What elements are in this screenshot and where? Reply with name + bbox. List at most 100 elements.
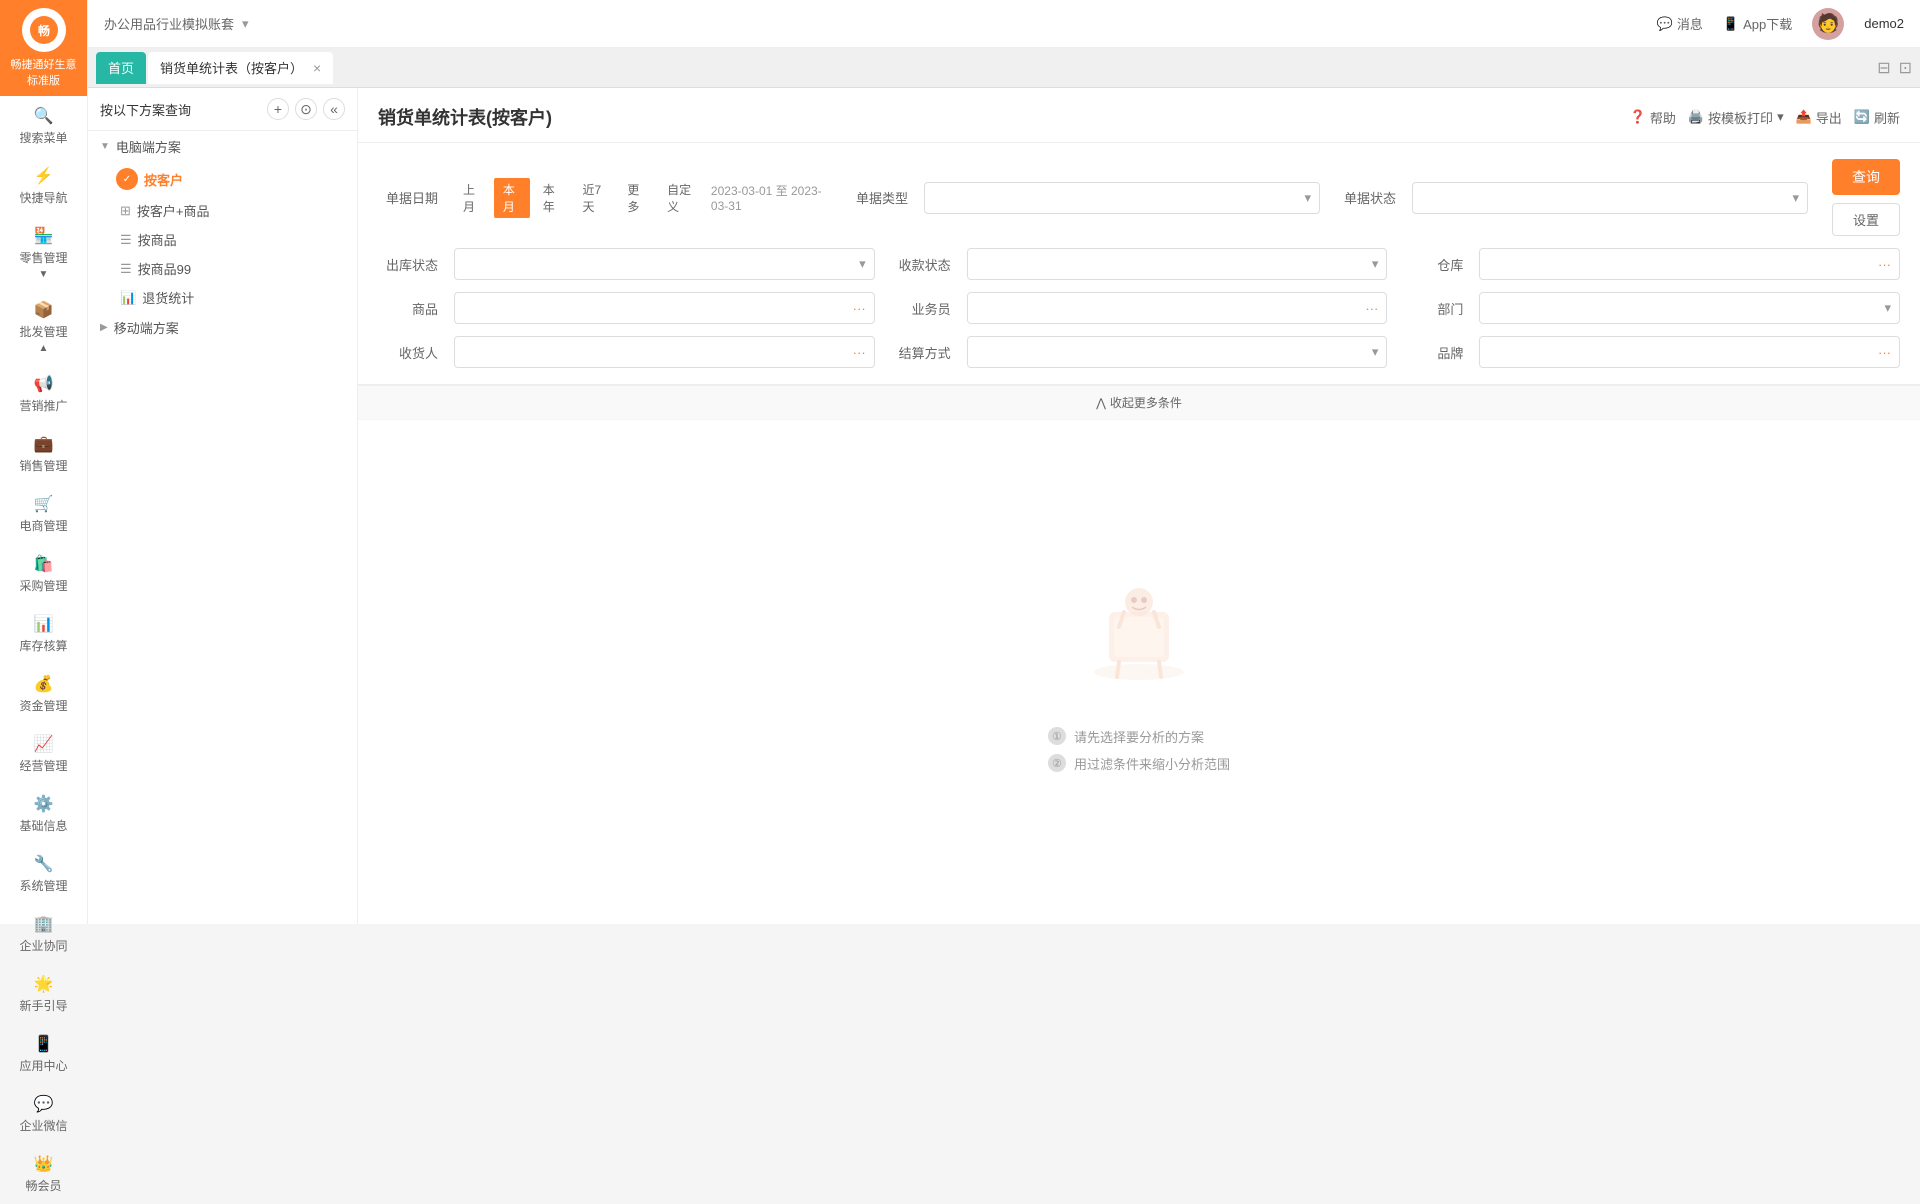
recipient-dots[interactable]: ··· <box>853 345 866 360</box>
app-download-btn[interactable]: 📱 App下载 <box>1723 14 1792 33</box>
salesperson-select[interactable]: ··· <box>967 292 1388 324</box>
sidebar-item-enterprise[interactable]: 🏢 企业协同 <box>0 904 87 964</box>
brand-dots[interactable]: ··· <box>1878 345 1891 360</box>
warehouse-dots[interactable]: ··· <box>1878 257 1891 272</box>
active-dot-icon: ✓ <box>123 174 131 185</box>
search-icon: 🔍 <box>34 106 54 126</box>
warehouse-label: 仓库 <box>1403 255 1463 274</box>
sidebar-item-sales[interactable]: 💼 销售管理 <box>0 424 87 484</box>
message-btn[interactable]: 💬 消息 <box>1657 14 1703 33</box>
tree-item-by-customer-goods[interactable]: ⊞ 按客户+商品 <box>88 196 357 225</box>
marketing-icon: 📢 <box>34 374 54 394</box>
inventory-icon: 📊 <box>34 614 54 634</box>
sidebar-item-appcenter[interactable]: 📱 应用中心 <box>0 1024 87 1084</box>
appcenter-icon: 📱 <box>34 1034 54 1054</box>
filter-area: 单据日期 上月 本月 本年 近7天 更多 自定义 2023-03-01 至 20… <box>358 143 1920 385</box>
logo-text: 畅捷通好生意 <box>11 56 77 72</box>
tab-sales-stat[interactable]: 销货单统计表（按客户） × <box>148 52 333 84</box>
quicknav-label: 快捷导航 <box>19 189 67 206</box>
sidebar-item-wechat[interactable]: 💬 企业微信 <box>0 1084 87 1144</box>
date-btn-last-month[interactable]: 上月 <box>454 178 490 218</box>
date-btn-this-month[interactable]: 本月 <box>494 178 530 218</box>
tab-minimize-btn[interactable]: ⊟ <box>1877 58 1890 78</box>
sidebar-item-purchase[interactable]: 🛍️ 采购管理 <box>0 544 87 604</box>
sidebar-item-member[interactable]: 👑 畅会员 <box>0 1144 87 1204</box>
tree-item-by-goods-99[interactable]: ☰ 按商品99 <box>88 254 357 283</box>
out-chevron-icon: ▾ <box>859 256 866 272</box>
user-avatar[interactable]: 🧑 <box>1812 8 1844 40</box>
header-left: 办公用品行业模拟账套 ▾ <box>104 14 249 33</box>
tree-item-by-goods[interactable]: ☰ 按商品 <box>88 225 357 254</box>
newbie-icon: 🌟 <box>34 974 54 994</box>
sidebar-item-newbie[interactable]: 🌟 新手引导 <box>0 964 87 1024</box>
sidebar-item-marketing[interactable]: 📢 营销推广 <box>0 364 87 424</box>
add-scheme-btn[interactable]: + <box>267 98 289 120</box>
collapse-panel-btn[interactable]: « <box>323 98 345 120</box>
left-panel: 按以下方案查询 + ⊙ « ▼ 电脑端方案 ✓ 按客户 ⊞ 按客 <box>88 88 358 924</box>
sidebar-item-basic[interactable]: ⚙️ 基础信息 <box>0 784 87 844</box>
empty-tip-1: ① 请先选择要分析的方案 <box>1048 727 1230 746</box>
sidebar-item-operations[interactable]: 📈 经营管理 <box>0 724 87 784</box>
tab-expand-btn[interactable]: ⊡ <box>1899 58 1912 78</box>
grid-icon: ⊞ <box>120 203 131 219</box>
brand-select[interactable]: ··· <box>1479 336 1900 368</box>
date-btn-custom[interactable]: 自定义 <box>658 178 703 218</box>
operations-icon: 📈 <box>34 734 54 754</box>
enterprise-icon: 🏢 <box>34 914 54 934</box>
department-label: 部门 <box>1403 299 1463 318</box>
salesperson-dots[interactable]: ··· <box>1365 301 1378 316</box>
list2-icon: ☰ <box>120 261 132 277</box>
date-btn-more[interactable]: 更多 <box>618 178 654 218</box>
out-status-select[interactable]: ▾ <box>454 248 875 280</box>
sidebar-item-retail[interactable]: 🏪 零售管理 ▼ <box>0 216 87 290</box>
query-button[interactable]: 查询 <box>1832 159 1900 195</box>
tree-desktop-section[interactable]: ▼ 电脑端方案 <box>88 131 357 162</box>
tab-home[interactable]: 首页 <box>96 52 146 84</box>
settings-button[interactable]: 设置 <box>1832 203 1900 236</box>
refresh-btn[interactable]: 🔄 刷新 <box>1854 108 1900 127</box>
date-btn-this-year[interactable]: 本年 <box>534 178 570 218</box>
sidebar-item-wholesale[interactable]: 📦 批发管理 ▲ <box>0 290 87 364</box>
tree-mobile-section[interactable]: ▶ 移动端方案 <box>88 312 357 343</box>
doc-type-select[interactable]: ▾ <box>924 182 1320 214</box>
system-icon: 🔧 <box>34 854 54 874</box>
right-main: 销货单统计表(按客户) ❓ 帮助 🖨️ 按模板打印 ▾ 📤 导出 <box>358 88 1920 924</box>
edit-scheme-btn[interactable]: ⊙ <box>295 98 317 120</box>
collection-chevron-icon: ▾ <box>1372 256 1379 272</box>
sidebar-item-search[interactable]: 🔍 搜索菜单 <box>0 96 87 156</box>
top-header: 办公用品行业模拟账套 ▾ 💬 消息 📱 App下载 🧑 demo2 <box>88 0 1920 48</box>
empty-tips: ① 请先选择要分析的方案 ② 用过滤条件来缩小分析范围 <box>1048 727 1230 773</box>
user-name[interactable]: demo2 <box>1864 16 1904 31</box>
left-panel-header: 按以下方案查询 + ⊙ « <box>88 88 357 131</box>
collection-status-select[interactable]: ▾ <box>967 248 1388 280</box>
message-label: 消息 <box>1677 14 1703 33</box>
sidebar-item-inventory[interactable]: 📊 库存核算 <box>0 604 87 664</box>
date-btn-last7[interactable]: 近7天 <box>574 178 615 218</box>
mobile-section-label: 移动端方案 <box>114 318 179 337</box>
goods-select[interactable]: ··· <box>454 292 875 324</box>
warehouse-select[interactable]: ··· <box>1479 248 1900 280</box>
sidebar-item-quicknav[interactable]: ⚡ 快捷导航 <box>0 156 87 216</box>
collapse-btn[interactable]: ⋀ 收起更多条件 <box>1096 394 1182 411</box>
tab-close-btn[interactable]: × <box>313 60 321 76</box>
logo-area[interactable]: 畅 畅捷通好生意 标准版 <box>0 0 87 96</box>
date-label: 单据日期 <box>378 188 438 207</box>
sidebar-item-ecommerce[interactable]: 🛒 电商管理 <box>0 484 87 544</box>
print-btn[interactable]: 🖨️ 按模板打印 ▾ <box>1688 108 1784 127</box>
goods-dots[interactable]: ··· <box>853 301 866 316</box>
tree-item-by-customer[interactable]: ✓ 按客户 <box>88 162 357 196</box>
btn-row: 查询 设置 <box>1824 159 1900 236</box>
empty-tip-2: ② 用过滤条件来缩小分析范围 <box>1048 754 1230 773</box>
help-btn[interactable]: ❓ 帮助 <box>1630 108 1676 127</box>
export-btn[interactable]: 📤 导出 <box>1796 108 1842 127</box>
department-select[interactable]: ▾ <box>1479 292 1900 324</box>
tip-text-1: 请先选择要分析的方案 <box>1074 727 1204 746</box>
settlement-select[interactable]: ▾ <box>967 336 1388 368</box>
sidebar-item-system[interactable]: 🔧 系统管理 <box>0 844 87 904</box>
tree-item-by-goods-label: 按商品 <box>138 230 177 249</box>
tree-item-return-stat[interactable]: 📊 退货统计 <box>88 283 357 312</box>
sidebar-item-finance[interactable]: 💰 资金管理 <box>0 664 87 724</box>
recipient-select[interactable]: ··· <box>454 336 875 368</box>
bar-chart-icon: 📊 <box>120 290 136 306</box>
doc-status-select[interactable]: ▾ <box>1412 182 1808 214</box>
